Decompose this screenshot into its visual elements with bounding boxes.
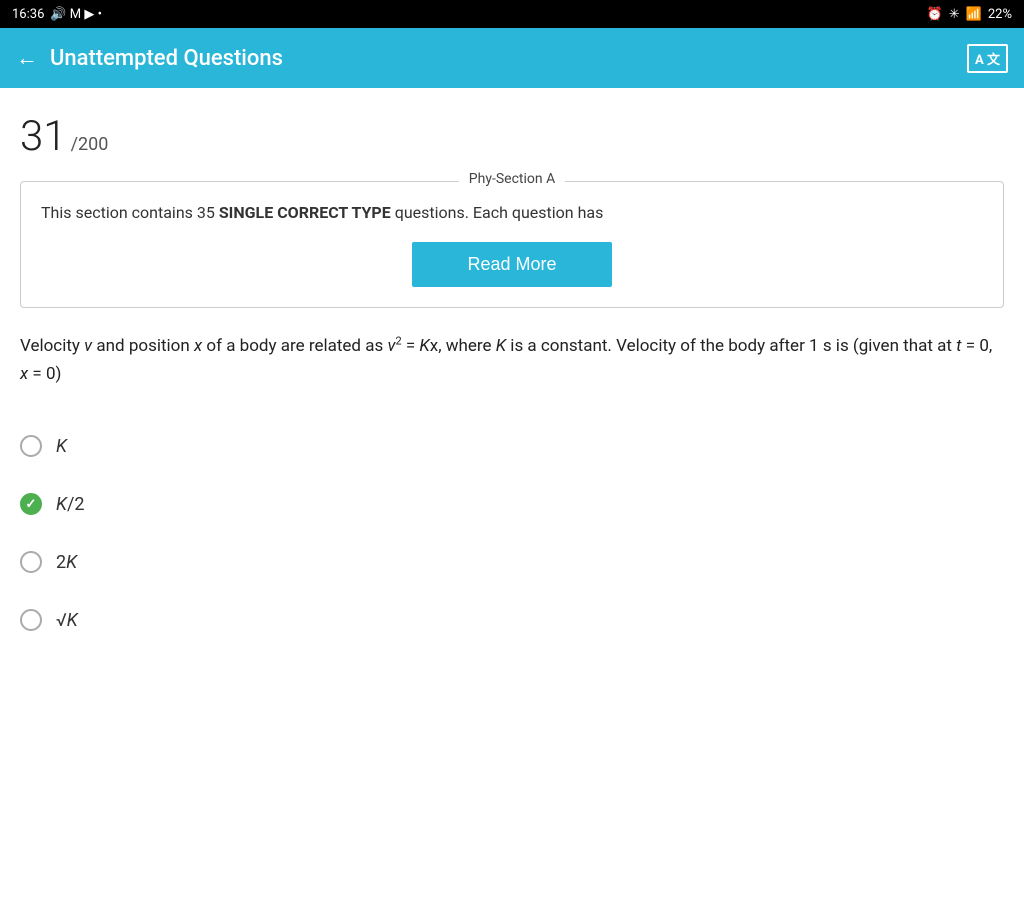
options-list: K K/2 2K √K: [20, 417, 1004, 649]
section-box: Phy-Section A This section contains 35 S…: [20, 181, 1004, 308]
section-label: Phy-Section A: [459, 171, 565, 187]
radio-c[interactable]: [20, 551, 42, 573]
read-more-button[interactable]: Read More: [412, 242, 612, 287]
app-bar-left: ← Unattempted Questions: [16, 45, 283, 71]
option-a[interactable]: K: [20, 417, 1004, 475]
option-a-label: K: [56, 436, 67, 457]
question-text: Velocity v and position x of a body are …: [20, 332, 1004, 390]
option-b[interactable]: K/2: [20, 475, 1004, 533]
question-current: 31: [20, 112, 67, 161]
status-left: 16:36 🔊 M ▶ •: [12, 7, 102, 22]
option-c[interactable]: 2K: [20, 533, 1004, 591]
radio-d[interactable]: [20, 609, 42, 631]
option-c-label: 2K: [56, 552, 77, 573]
bluetooth-icon: ✳: [949, 7, 960, 22]
status-icons: 🔊 M ▶ •: [50, 7, 102, 22]
option-d-label: √K: [56, 610, 78, 631]
radio-a[interactable]: [20, 435, 42, 457]
translate-label: A 文: [975, 49, 1000, 68]
alarm-icon: ⏰: [927, 7, 943, 22]
option-d[interactable]: √K: [20, 591, 1004, 649]
option-b-label: K/2: [56, 494, 85, 515]
section-description: This section contains 35 SINGLE CORRECT …: [41, 200, 983, 226]
app-bar: ← Unattempted Questions A 文: [0, 28, 1024, 88]
status-time: 16:36: [12, 7, 44, 22]
back-button[interactable]: ←: [16, 45, 38, 71]
status-right: ⏰ ✳ 📶 22%: [927, 7, 1012, 22]
status-bar: 16:36 🔊 M ▶ • ⏰ ✳ 📶 22%: [0, 0, 1024, 28]
question-total: /200: [71, 134, 109, 155]
wifi-icon: 📶: [966, 7, 982, 22]
app-bar-title: Unattempted Questions: [50, 46, 283, 71]
question-number: 31 /200: [20, 112, 1004, 161]
radio-b[interactable]: [20, 493, 42, 515]
main-content: 31 /200 Phy-Section A This section conta…: [0, 88, 1024, 915]
translate-icon-button[interactable]: A 文: [967, 44, 1008, 73]
battery-label: 22%: [988, 7, 1012, 22]
